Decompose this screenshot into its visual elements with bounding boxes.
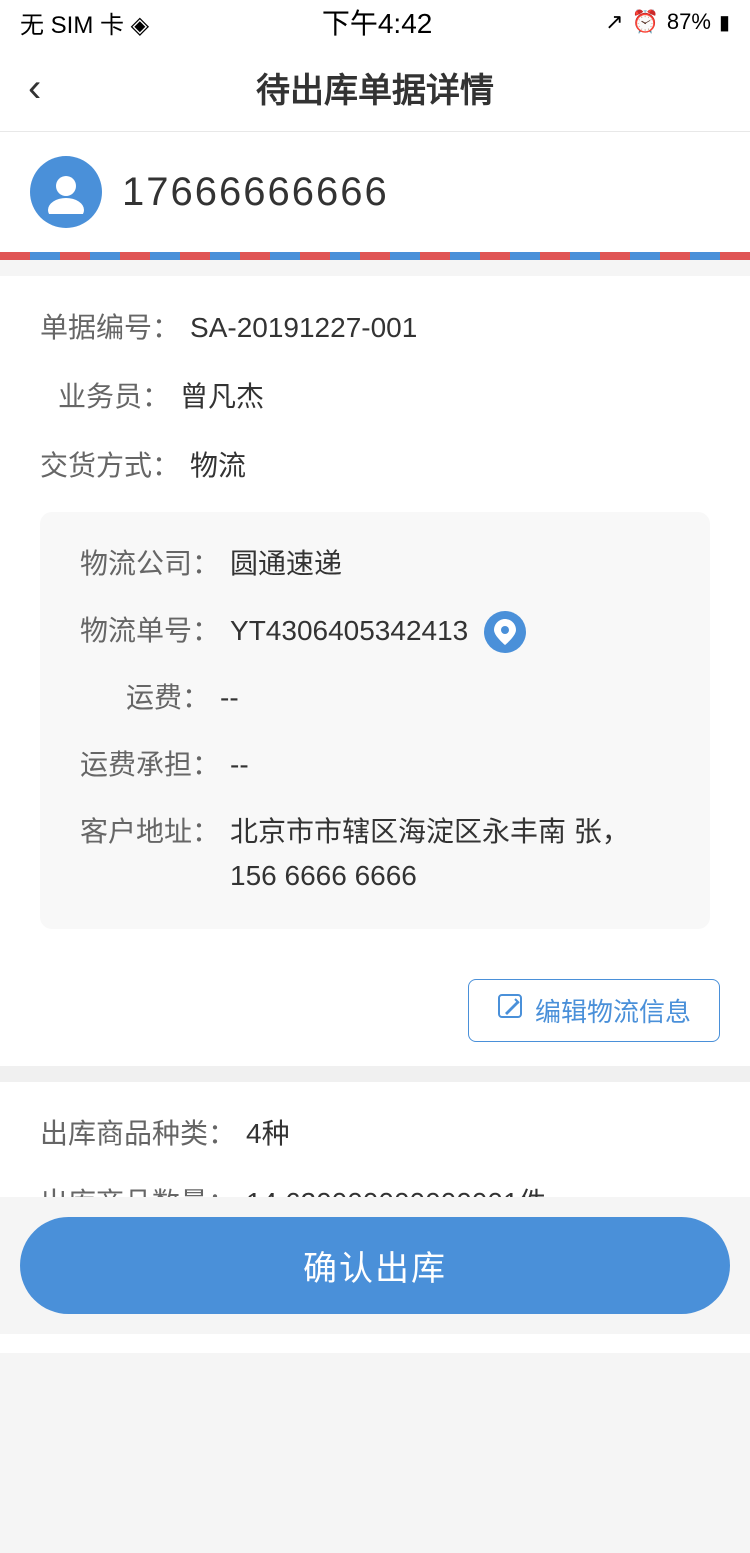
- address-value: 北京市市辖区海淀区永丰南 张，156 6666 6666: [220, 810, 670, 900]
- status-right: ↗ ⏰ 87% ▮: [605, 9, 730, 35]
- freight-bearer-row: 运费承担： --: [80, 743, 670, 788]
- delivery-label: 交货方式：: [40, 444, 180, 489]
- logistics-company-row: 物流公司： 圆通速递: [80, 542, 670, 587]
- salesman-value: 曾凡杰: [170, 375, 710, 420]
- salesman-label: 业务员：: [40, 375, 170, 420]
- freight-bearer-label: 运费承担：: [80, 743, 220, 788]
- sim-status: 无 SIM 卡 ◈: [20, 5, 149, 40]
- freight-value: --: [210, 676, 670, 721]
- alarm-icon: ⏰: [632, 9, 659, 35]
- address-label: 客户地址：: [80, 810, 220, 855]
- status-time: 下午4:42: [322, 2, 433, 42]
- status-left: 无 SIM 卡 ◈: [20, 5, 149, 40]
- edit-icon: [497, 993, 525, 1028]
- decorative-divider: [0, 252, 750, 260]
- tracking-number-row: 物流单号： YT4306405342413: [80, 609, 670, 654]
- user-header: 17666666666: [0, 132, 750, 252]
- bottom-bar: 确认出库: [0, 1197, 750, 1334]
- edit-logistics-section: 编辑物流信息: [0, 959, 750, 1066]
- freight-label: 运费：: [80, 676, 210, 721]
- page-title: 待出库单据详情: [256, 63, 494, 112]
- delivery-row: 交货方式： 物流: [40, 444, 710, 489]
- section-divider: [0, 1066, 750, 1082]
- status-bar: 无 SIM 卡 ◈ 下午4:42 ↗ ⏰ 87% ▮: [0, 0, 750, 44]
- location-icon: ↗: [605, 9, 623, 35]
- battery-icon: ▮: [719, 10, 730, 35]
- avatar: [30, 156, 102, 228]
- location-pin-icon[interactable]: [484, 611, 526, 653]
- order-number-label: 单据编号：: [40, 306, 180, 351]
- logistics-card: 物流公司： 圆通速递 物流单号： YT4306405342413 运费： -- …: [40, 512, 710, 929]
- product-types-row: 出库商品种类： 4种: [40, 1112, 710, 1157]
- freight-bearer-value: --: [220, 743, 670, 788]
- product-types-label: 出库商品种类：: [40, 1112, 236, 1157]
- freight-row: 运费： --: [80, 676, 670, 721]
- basic-info-section: 单据编号： SA-20191227-001 业务员： 曾凡杰 交货方式： 物流 …: [0, 276, 750, 959]
- tracking-number-value: YT4306405342413: [220, 609, 670, 654]
- empty-space: [0, 1353, 750, 1553]
- battery-level: 87%: [667, 9, 711, 35]
- user-phone: 17666666666: [122, 170, 389, 215]
- edit-logistics-label: 编辑物流信息: [535, 992, 691, 1029]
- delivery-value: 物流: [180, 444, 710, 489]
- back-button[interactable]: ‹: [28, 68, 41, 108]
- order-number-value: SA-20191227-001: [180, 306, 710, 351]
- product-types-value: 4种: [236, 1112, 710, 1157]
- logistics-company-value: 圆通速递: [220, 542, 670, 587]
- address-row: 客户地址： 北京市市辖区海淀区永丰南 张，156 6666 6666: [80, 810, 670, 900]
- nav-bar: ‹ 待出库单据详情: [0, 44, 750, 132]
- tracking-number-label: 物流单号：: [80, 609, 220, 654]
- logistics-company-label: 物流公司：: [80, 542, 220, 587]
- order-number-row: 单据编号： SA-20191227-001: [40, 306, 710, 351]
- salesman-row: 业务员： 曾凡杰: [40, 375, 710, 420]
- confirm-outbound-button[interactable]: 确认出库: [20, 1217, 730, 1314]
- edit-logistics-button[interactable]: 编辑物流信息: [468, 979, 720, 1042]
